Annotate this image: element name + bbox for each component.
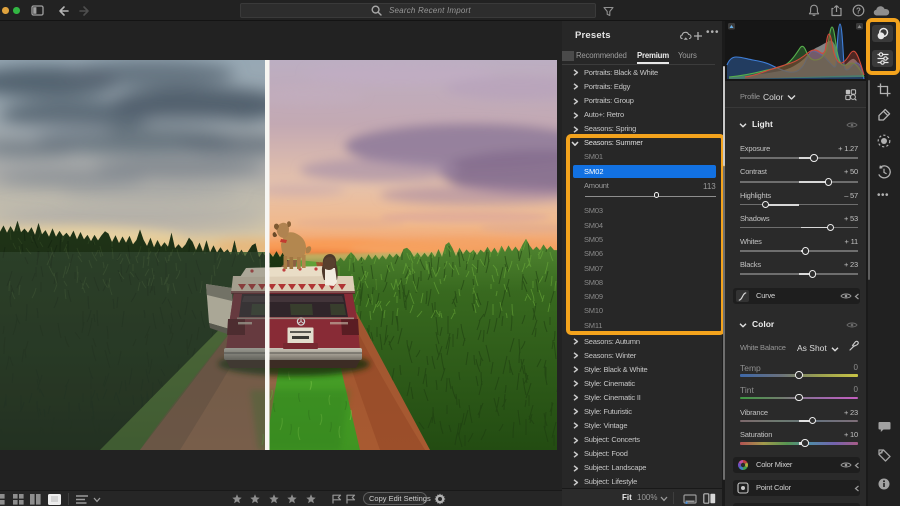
svg-text:?: ? xyxy=(856,6,861,15)
